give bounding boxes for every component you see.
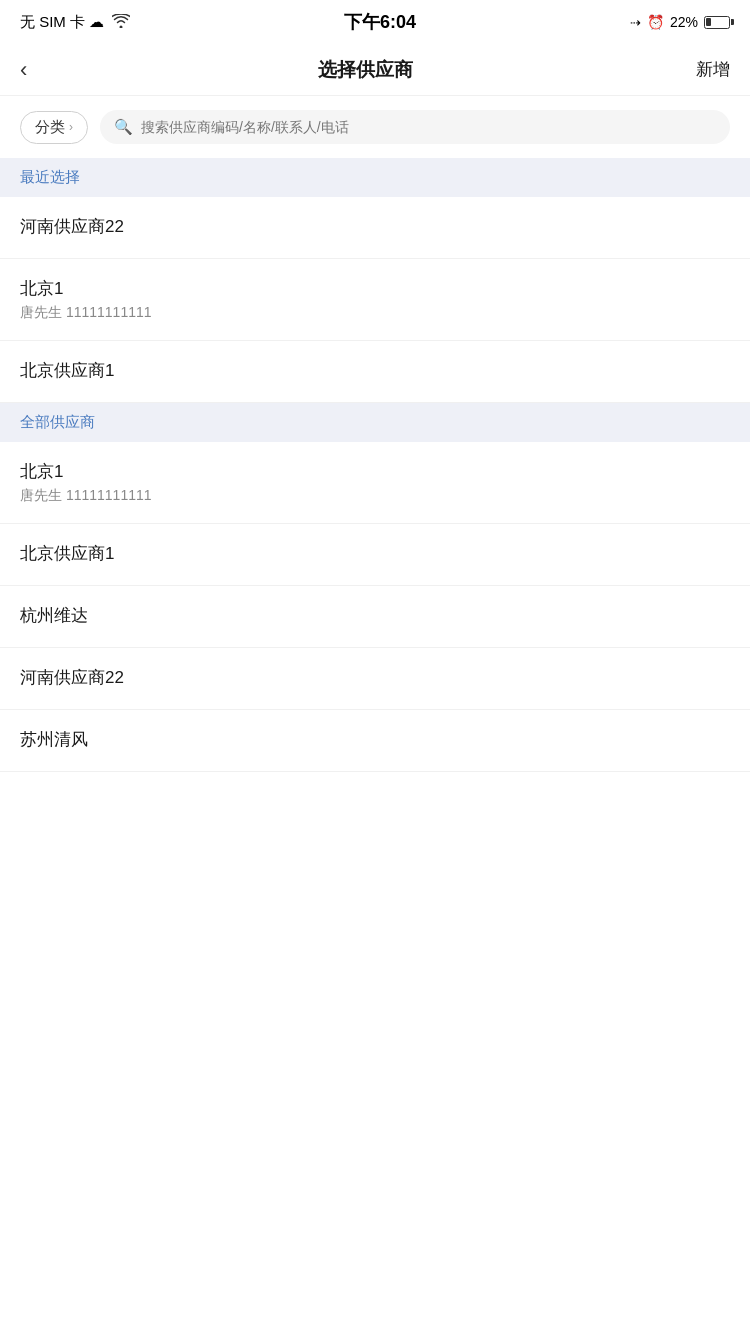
supplier-name: 河南供应商22 — [20, 666, 730, 689]
supplier-sub: 唐先生 11111111111 — [20, 304, 730, 322]
all-section-label: 全部供应商 — [20, 413, 95, 430]
supplier-sub: 唐先生 11111111111 — [20, 487, 730, 505]
status-bar: 无 SIM 卡 ☁ 下午6:04 ⇢ ⏰ 22% — [0, 0, 750, 44]
list-item[interactable]: 河南供应商22 — [0, 648, 750, 710]
battery-percent: 22% — [670, 14, 698, 30]
all-section-header: 全部供应商 — [0, 403, 750, 442]
add-button[interactable]: 新增 — [696, 58, 730, 81]
status-right: ⇢ ⏰ 22% — [630, 14, 730, 30]
supplier-name: 河南供应商22 — [20, 215, 730, 238]
wifi-icon — [112, 14, 130, 31]
category-filter-button[interactable]: 分类 › — [20, 111, 88, 144]
supplier-name: 苏州清风 — [20, 728, 730, 751]
supplier-name: 北京供应商1 — [20, 542, 730, 565]
filter-bar: 分类 › 🔍 — [0, 96, 750, 158]
supplier-name: 北京1 — [20, 460, 730, 483]
alarm-icon: ⏰ — [647, 14, 664, 30]
supplier-name: 杭州维达 — [20, 604, 730, 627]
list-item[interactable]: 北京1 唐先生 11111111111 — [0, 442, 750, 524]
nav-bar: ‹ 选择供应商 新增 — [0, 44, 750, 96]
list-item[interactable]: 杭州维达 — [0, 586, 750, 648]
battery-icon — [704, 16, 730, 29]
all-suppliers-list: 北京1 唐先生 11111111111 北京供应商1 杭州维达河南供应商22 苏州清风 — [0, 442, 750, 772]
status-time: 下午6:04 — [344, 10, 416, 34]
chevron-right-icon: › — [69, 120, 73, 134]
search-icon: 🔍 — [114, 118, 133, 136]
list-item[interactable]: 北京供应商1 — [0, 341, 750, 403]
list-item[interactable]: 北京1 唐先生 11111111111 — [0, 259, 750, 341]
category-label: 分类 — [35, 118, 65, 137]
recent-section-header: 最近选择 — [0, 158, 750, 197]
supplier-name: 北京供应商1 — [20, 359, 730, 382]
page-title: 选择供应商 — [318, 57, 413, 83]
search-input[interactable] — [141, 119, 716, 135]
sim-status: 无 SIM 卡 ☁ — [20, 13, 104, 32]
search-bar: 🔍 — [100, 110, 730, 144]
list-item[interactable]: 苏州清风 — [0, 710, 750, 772]
back-button[interactable]: ‹ — [20, 53, 35, 87]
location-icon: ⇢ — [630, 15, 641, 30]
recent-section-label: 最近选择 — [20, 168, 80, 185]
recent-list: 河南供应商22 北京1 唐先生 11111111111 北京供应商1 — [0, 197, 750, 403]
list-item[interactable]: 北京供应商1 — [0, 524, 750, 586]
status-left: 无 SIM 卡 ☁ — [20, 13, 130, 32]
supplier-name: 北京1 — [20, 277, 730, 300]
list-item[interactable]: 河南供应商22 — [0, 197, 750, 259]
